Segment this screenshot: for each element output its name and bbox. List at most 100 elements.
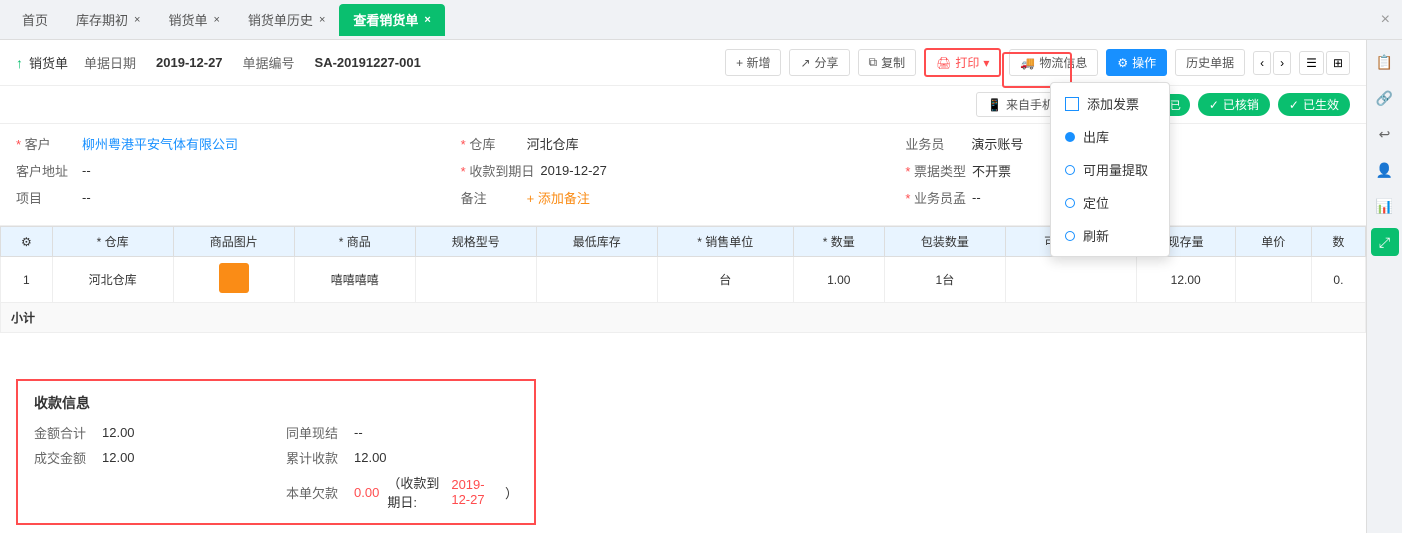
refresh-label: 刷新 [1083, 226, 1109, 245]
th-gear[interactable]: ⚙ [1, 227, 53, 257]
ticket-type-label: 票据类型 [905, 161, 966, 180]
th-unit-price: 单价 [1235, 227, 1311, 257]
staff-label: 业务员 [905, 134, 965, 153]
row-available [1005, 257, 1136, 303]
row-index: 1 [1, 257, 53, 303]
locate-icon [1065, 198, 1075, 208]
address-value: -- [82, 163, 91, 178]
next-button[interactable]: › [1273, 51, 1291, 75]
print-dropdown-icon: ▾ [983, 56, 989, 70]
row-img [173, 257, 294, 303]
row-min-stock [536, 257, 657, 303]
customer-field: 客户 柳州粤港平安气体有限公司 [16, 134, 461, 153]
logistics-icon: 🚚 [1020, 56, 1035, 70]
print-button[interactable]: 🖨 打印 ▾ [924, 48, 1001, 77]
sidebar-expand-icon[interactable]: ⤢ [1371, 228, 1399, 256]
sidebar-return-icon[interactable]: ↩ [1371, 120, 1399, 148]
phone-icon: 📱 [987, 98, 1002, 112]
tab-sales-order[interactable]: 销货单 × [154, 4, 233, 36]
owed-date: 2019-12-27 [451, 477, 497, 507]
salesman-label: 业务员孟 [905, 188, 966, 207]
print-icon: 🖨 [936, 56, 951, 70]
th-product: * 商品 [294, 227, 415, 257]
effect-button[interactable]: ✓ 已生效 [1278, 93, 1350, 116]
menu-refresh[interactable]: 刷新 [1051, 219, 1169, 252]
project-label: 项目 [16, 188, 76, 207]
th-img: 商品图片 [173, 227, 294, 257]
tab-home[interactable]: 首页 [8, 4, 62, 36]
owed-end: ） [505, 483, 518, 502]
menu-locate[interactable]: 定位 [1051, 186, 1169, 219]
staff-value: 演示账号 [971, 134, 1023, 153]
prev-button[interactable]: ‹ [1253, 51, 1271, 75]
tab-view-sales[interactable]: 查看销货单 × [339, 4, 444, 36]
sold-icon: ✓ [1209, 98, 1219, 112]
note-label: 备注 [461, 188, 521, 207]
warehouse-field: 仓库 河北仓库 [461, 134, 906, 153]
right-sidebar: 📋 🔗 ↩ 👤 📊 ⤢ [1366, 40, 1402, 533]
cumulative-label: 累计收款 [286, 448, 346, 467]
doc-type-label: 销货单 [29, 53, 68, 72]
tab-sales-close[interactable]: × [213, 14, 219, 26]
view-toggle: ☰ ⊞ [1299, 51, 1350, 75]
menu-add-invoice[interactable]: 添加发票 [1051, 87, 1169, 120]
doc-date-value: 2019-12-27 [156, 55, 223, 70]
close-all-button[interactable]: × [1377, 7, 1394, 33]
table-row: 1 河北仓库 嘻嘻嘻嘻 台 1.00 1台 12.00 [1, 257, 1366, 303]
customer-value[interactable]: 柳州粤港平安气体有限公司 [82, 134, 238, 153]
summary-title: 收款信息 [34, 393, 518, 413]
tab-inventory-close[interactable]: × [134, 14, 140, 26]
row-warehouse: 河北仓库 [52, 257, 173, 303]
tab-home-label: 首页 [22, 10, 48, 29]
total-row: 金额合计 12.00 [34, 423, 266, 442]
tab-view-label: 查看销货单 [353, 10, 418, 29]
note-add-button[interactable]: + 添加备注 [527, 188, 590, 207]
logistics-button[interactable]: 🚚 物流信息 [1009, 49, 1098, 76]
payment-date-value: 2019-12-27 [540, 163, 607, 178]
sidebar-chart-icon[interactable]: 📊 [1371, 192, 1399, 220]
history-button[interactable]: 历史单据 [1175, 49, 1245, 76]
outbound-label: 出库 [1083, 127, 1109, 146]
transaction-label: 成交金额 [34, 448, 94, 467]
doc-number-label: 单据编号 [243, 53, 295, 72]
subtotal-row: 小计 [1, 303, 1366, 333]
tab-history-close[interactable]: × [319, 14, 325, 26]
operate-icon: ⚙ [1117, 56, 1128, 70]
list-view-button[interactable]: ☰ [1299, 51, 1324, 75]
sidebar-user-icon[interactable]: 👤 [1371, 156, 1399, 184]
tab-history-label: 销货单历史 [248, 10, 313, 29]
sold-button[interactable]: ✓ 已核销 [1198, 93, 1270, 116]
th-min-stock: 最低库存 [536, 227, 657, 257]
note-field: 备注 + 添加备注 [461, 188, 906, 207]
share-icon: ↗ [800, 56, 810, 70]
sidebar-notes-icon[interactable]: 📋 [1371, 48, 1399, 76]
available-qty-label: 可用量提取 [1083, 160, 1148, 179]
nav-arrows: ‹ › [1253, 51, 1291, 75]
same-order-row: 同单现结 -- [286, 423, 518, 442]
operate-button[interactable]: ⚙ 操作 [1106, 49, 1167, 76]
th-qty: * 数量 [793, 227, 884, 257]
th-pkg-qty: 包装数量 [884, 227, 1005, 257]
tab-view-close[interactable]: × [424, 14, 430, 26]
product-image [219, 263, 249, 293]
add-invoice-label: 添加发票 [1087, 94, 1139, 113]
share-button[interactable]: ↗ 分享 [789, 49, 849, 76]
copy-button[interactable]: ⧉ 复制 [858, 49, 917, 76]
warehouse-value: 河北仓库 [527, 134, 579, 153]
menu-outbound[interactable]: 出库 [1051, 120, 1169, 153]
sidebar-link-icon[interactable]: 🔗 [1371, 84, 1399, 112]
summary-grid: 金额合计 12.00 同单现结 -- 成交金额 12.00 累计收款 12.00 [34, 423, 518, 511]
tab-bar: 首页 库存期初 × 销货单 × 销货单历史 × 查看销货单 × × [0, 0, 1402, 40]
grid-view-button[interactable]: ⊞ [1326, 51, 1350, 75]
total-label: 金额合计 [34, 423, 94, 442]
tab-sales-history[interactable]: 销货单历史 × [234, 4, 339, 36]
menu-available-qty[interactable]: 可用量提取 [1051, 153, 1169, 186]
owed-value: 0.00 [354, 485, 379, 500]
transaction-value: 12.00 [102, 450, 135, 465]
doc-actions: + 新增 ↗ 分享 ⧉ 复制 🖨 打印 ▾ 🚚 物流信息 [725, 48, 1350, 77]
new-button[interactable]: + 新增 [725, 49, 781, 76]
project-value: -- [82, 190, 91, 205]
tab-inventory-init[interactable]: 库存期初 × [62, 4, 154, 36]
doc-title: ↑ 销货单 [16, 53, 68, 72]
available-qty-icon [1065, 165, 1075, 175]
